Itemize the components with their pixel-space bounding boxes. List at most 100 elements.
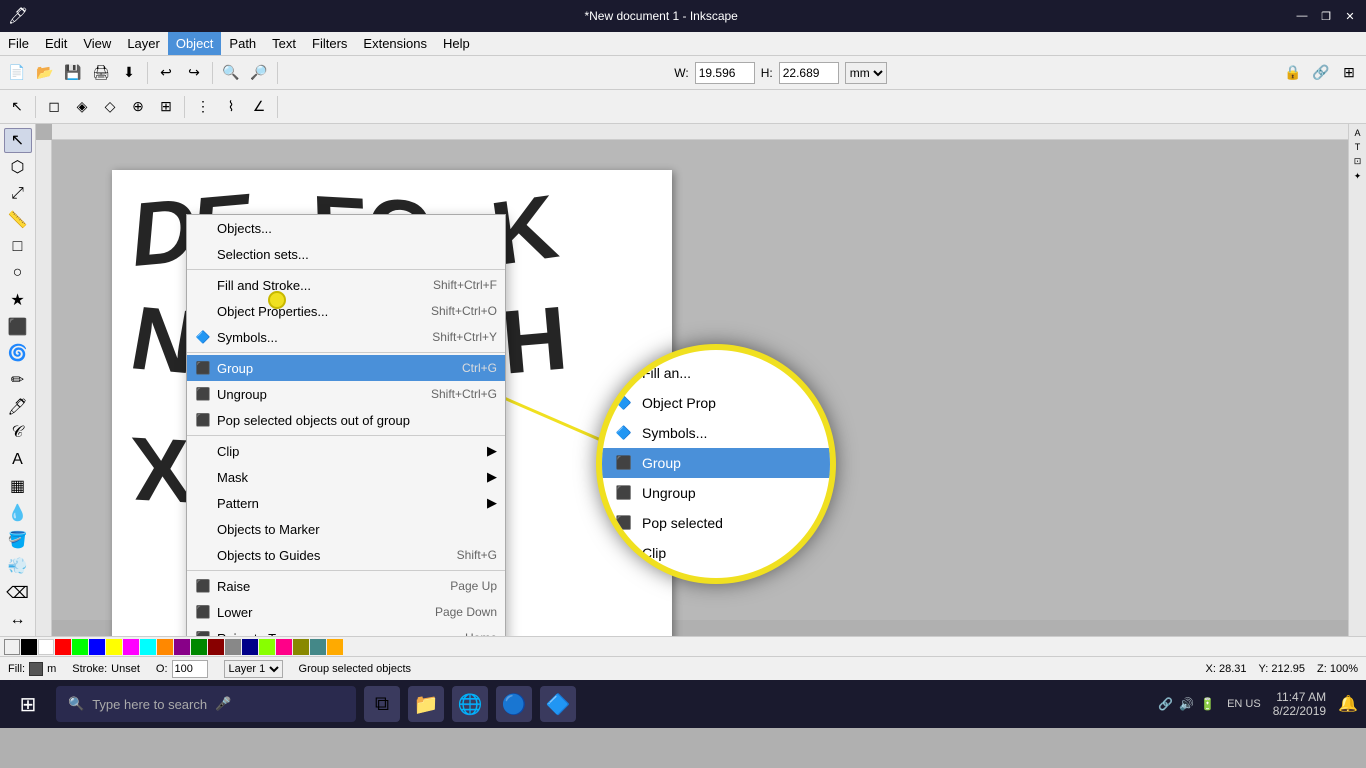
text-tool[interactable]: A (4, 448, 32, 473)
menu-edit[interactable]: Edit (37, 32, 75, 55)
menu-item-objects-to-guides[interactable]: Objects to Guides Shift+G (187, 542, 505, 568)
menu-item-object-props[interactable]: Object Properties... Shift+Ctrl+O (187, 298, 505, 324)
color-blue[interactable] (89, 639, 105, 655)
taskbar-app-browser2[interactable]: 🔷 (540, 686, 576, 722)
snap-node[interactable]: ◈ (69, 94, 95, 120)
snap-bbox[interactable]: ◻ (41, 94, 67, 120)
menu-item-mask[interactable]: Mask ▶ (187, 464, 505, 490)
circle-tool[interactable]: ○ (4, 261, 32, 286)
menu-item-lower[interactable]: ⬛ Lower Page Down (187, 599, 505, 625)
menu-item-raise-to-top[interactable]: ⬛ Raise to Top Home (187, 625, 505, 636)
spray-tool[interactable]: 💨 (4, 554, 32, 579)
save-button[interactable]: 💾 (60, 60, 86, 86)
pencil-tool[interactable]: ✏ (4, 368, 32, 393)
color-maroon[interactable] (208, 639, 224, 655)
zoom-out-button[interactable]: 🔎 (246, 60, 272, 86)
selection-tool[interactable]: ↖ (4, 128, 32, 153)
color-orange[interactable] (157, 639, 173, 655)
unit-select[interactable]: mmpxin (845, 62, 887, 84)
snap-grid[interactable]: ⋮ (190, 94, 216, 120)
menu-item-objects-to-marker[interactable]: Objects to Marker (187, 516, 505, 542)
snap-midpoint[interactable]: ◇ (97, 94, 123, 120)
layer-select[interactable]: Layer 1 (224, 660, 283, 678)
color-gray[interactable] (225, 639, 241, 655)
magnify-item-symbols[interactable]: 🔷 Symbols... (602, 418, 830, 448)
spiral-tool[interactable]: 🌀 (4, 341, 32, 366)
calligraphy-tool[interactable]: 𝒞 (4, 421, 32, 446)
notification-icon[interactable]: 🔔 (1338, 694, 1358, 714)
undo-button[interactable]: ↩ (153, 60, 179, 86)
menu-item-ungroup[interactable]: ⬛ Ungroup Shift+Ctrl+G (187, 381, 505, 407)
paint-bucket-tool[interactable]: 🪣 (4, 527, 32, 552)
menu-item-pattern[interactable]: Pattern ▶ (187, 490, 505, 516)
right-tool-1[interactable]: A (1354, 128, 1360, 138)
close-button[interactable]: ✕ (1342, 8, 1358, 24)
measure-tool[interactable]: 📏 (4, 208, 32, 233)
menu-view[interactable]: View (75, 32, 119, 55)
zoom-in-button[interactable]: 🔍 (218, 60, 244, 86)
grid-button[interactable]: ⊞ (1336, 60, 1362, 86)
menu-item-objects[interactable]: Objects... (187, 215, 505, 241)
open-button[interactable]: 📂 (32, 60, 58, 86)
menu-item-group[interactable]: ⬛ Group Ctrl+G (187, 355, 505, 381)
menu-item-clip[interactable]: Clip ▶ (187, 438, 505, 464)
minimize-button[interactable]: — (1294, 8, 1310, 24)
import-button[interactable]: ⬇ (116, 60, 142, 86)
color-dark-green[interactable] (191, 639, 207, 655)
magnify-item-pop[interactable]: ⬛ Pop selected (602, 508, 830, 538)
color-navy[interactable] (242, 639, 258, 655)
taskbar-app-edge[interactable]: 🔵 (496, 686, 532, 722)
connector-tool[interactable]: ↔ (4, 607, 32, 632)
snap-angle[interactable]: ∠ (246, 94, 272, 120)
color-magenta[interactable] (123, 639, 139, 655)
redo-button[interactable]: ↪ (181, 60, 207, 86)
menu-filters[interactable]: Filters (304, 32, 355, 55)
new-button[interactable]: 📄 (4, 60, 30, 86)
width-input[interactable] (695, 62, 755, 84)
gradient-tool[interactable]: ▦ (4, 474, 32, 499)
star-tool[interactable]: ★ (4, 288, 32, 313)
color-pink[interactable] (276, 639, 292, 655)
color-purple[interactable] (174, 639, 190, 655)
color-red[interactable] (55, 639, 71, 655)
rect-tool[interactable]: □ (4, 235, 32, 260)
magnify-item-group[interactable]: ⬛ Group (602, 448, 830, 478)
color-black[interactable] (21, 639, 37, 655)
print-button[interactable]: 🖨 (88, 60, 114, 86)
zoom-tool[interactable]: ⤢ (4, 181, 32, 206)
menu-help[interactable]: Help (435, 32, 478, 55)
menu-extensions[interactable]: Extensions (355, 32, 435, 55)
snap-center[interactable]: ⊕ (125, 94, 151, 120)
snap-guide[interactable]: ⊞ (153, 94, 179, 120)
taskbar-app-task-view[interactable]: ⧉ (364, 686, 400, 722)
eraser-tool[interactable]: ⌫ (4, 581, 32, 606)
menu-text[interactable]: Text (264, 32, 304, 55)
color-white[interactable] (38, 639, 54, 655)
taskbar-app-chrome[interactable]: 🌐 (452, 686, 488, 722)
menu-item-raise[interactable]: ⬛ Raise Page Up (187, 573, 505, 599)
magnify-item-object-props[interactable]: 🔷 Object Prop (602, 388, 830, 418)
magnify-item-ungroup[interactable]: ⬛ Ungroup (602, 478, 830, 508)
menu-file[interactable]: File (0, 32, 37, 55)
color-lime[interactable] (259, 639, 275, 655)
node-tool[interactable]: ⬡ (4, 155, 32, 180)
snap-path[interactable]: ⌇ (218, 94, 244, 120)
maximize-button[interactable]: ❐ (1318, 8, 1334, 24)
canvas-area[interactable]: DE FC K N I G H X W Objects... (36, 124, 1366, 636)
menu-object[interactable]: Object (168, 32, 222, 55)
dropper-tool[interactable]: 💧 (4, 501, 32, 526)
windows-start-button[interactable]: ⊞ (8, 684, 48, 724)
height-input[interactable] (779, 62, 839, 84)
color-cyan[interactable] (140, 639, 156, 655)
menu-item-symbols[interactable]: 🔷 Symbols... Shift+Ctrl+Y (187, 324, 505, 350)
right-tool-4[interactable]: ✦ (1354, 171, 1362, 182)
search-bar[interactable]: 🔍 Type here to search 🎤 (56, 686, 356, 722)
menu-item-fill-stroke[interactable]: Fill and Stroke... Shift+Ctrl+F (187, 272, 505, 298)
taskbar-app-file-explorer[interactable]: 📁 (408, 686, 444, 722)
snap-button[interactable]: 🔗 (1308, 60, 1334, 86)
pen-tool[interactable]: 🖊 (4, 394, 32, 419)
right-tool-3[interactable]: ⊡ (1354, 156, 1362, 167)
color-teal[interactable] (310, 639, 326, 655)
color-yellow[interactable] (106, 639, 122, 655)
color-none[interactable] (4, 639, 20, 655)
